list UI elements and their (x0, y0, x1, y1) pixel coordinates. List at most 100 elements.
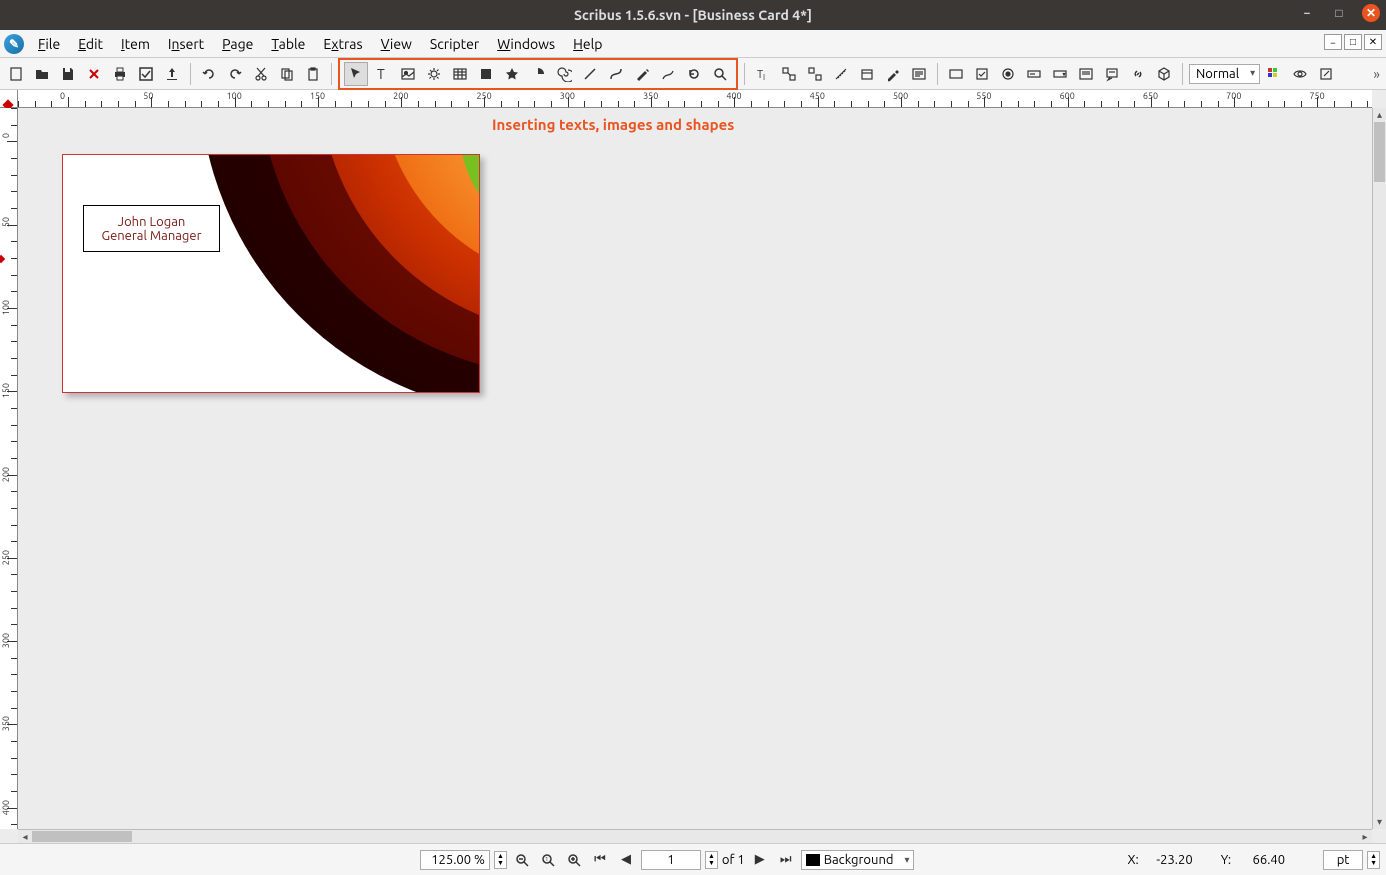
pdf-link-annotation-icon[interactable] (1126, 62, 1150, 86)
vertical-ruler[interactable]: 050100150200250300350400450 (0, 108, 18, 829)
page-input[interactable] (641, 850, 701, 870)
pdf-text-annotation-icon[interactable] (1100, 62, 1124, 86)
menu-insert[interactable]: Insert (160, 33, 212, 55)
scroll-down-icon[interactable]: ▾ (1373, 815, 1386, 829)
undo-icon[interactable] (197, 62, 221, 86)
print-icon[interactable] (108, 62, 132, 86)
scroll-up-icon[interactable]: ▴ (1373, 108, 1386, 122)
menu-page[interactable]: Page (214, 33, 261, 55)
mdi-maximize-button[interactable]: □ (1344, 34, 1362, 50)
menu-help[interactable]: Help (565, 33, 610, 55)
save-document-icon[interactable] (56, 62, 80, 86)
zoom-in-icon[interactable] (563, 849, 585, 871)
redo-icon[interactable] (223, 62, 247, 86)
menu-edit[interactable]: Edit (70, 33, 111, 55)
select-tool-icon[interactable] (344, 62, 368, 86)
preview-mode-icon[interactable] (1288, 62, 1312, 86)
preview-quality-select[interactable]: Normal (1189, 64, 1260, 84)
scroll-right-icon[interactable]: ▸ (1358, 830, 1372, 843)
zoom-out-icon[interactable] (511, 849, 533, 871)
zoom-spinner[interactable]: ▲▼ (494, 851, 507, 869)
menu-item[interactable]: Item (113, 33, 158, 55)
shape-icon[interactable] (474, 62, 498, 86)
image-frame-icon[interactable] (396, 62, 420, 86)
pdf-textfield-icon[interactable] (1022, 62, 1046, 86)
paste-icon[interactable] (301, 62, 325, 86)
eyedropper-icon[interactable] (881, 62, 905, 86)
unit-spinner[interactable]: ▲▼ (1367, 851, 1380, 869)
edit-text-icon[interactable]: TI (751, 62, 775, 86)
mdi-close-button[interactable]: ✕ (1364, 34, 1382, 50)
close-document-icon[interactable] (82, 62, 106, 86)
export-pdf-icon[interactable] (160, 62, 184, 86)
line-icon[interactable] (578, 62, 602, 86)
svg-text:I: I (763, 73, 765, 82)
calligraphic-icon[interactable] (656, 62, 680, 86)
text-frame[interactable]: John Logan General Manager (83, 205, 220, 252)
zoom-tool-icon[interactable] (708, 62, 732, 86)
toolbar-overflow-icon[interactable]: » (1373, 66, 1380, 82)
menu-extras[interactable]: Extras (315, 33, 370, 55)
polygon-icon[interactable] (500, 62, 524, 86)
menu-file[interactable]: File (30, 33, 68, 55)
freehand-icon[interactable] (630, 62, 654, 86)
first-page-icon[interactable]: ⏮ (589, 849, 611, 871)
document-page[interactable]: John Logan General Manager (62, 154, 480, 393)
edit-in-preview-icon[interactable] (1314, 62, 1338, 86)
vertical-scrollbar[interactable]: ▴ ▾ (1372, 108, 1386, 829)
horizontal-scrollbar[interactable]: ◂ ▸ (18, 829, 1372, 843)
bezier-icon[interactable] (604, 62, 628, 86)
close-button[interactable]: ✕ (1362, 4, 1380, 22)
pdf-radio-icon[interactable] (996, 62, 1020, 86)
zoom-reset-icon[interactable]: 1 (537, 849, 559, 871)
last-page-icon[interactable]: ⏭ (775, 849, 797, 871)
scrollbar-thumb[interactable] (32, 831, 132, 842)
open-document-icon[interactable] (30, 62, 54, 86)
copy-icon[interactable] (275, 62, 299, 86)
mdi-minimize-button[interactable]: − (1324, 34, 1342, 50)
pdf-3d-annotation-icon[interactable] (1152, 62, 1176, 86)
pdf-combobox-icon[interactable] (1048, 62, 1072, 86)
rotate-icon[interactable] (682, 62, 706, 86)
maximize-button[interactable]: □ (1330, 4, 1348, 22)
prev-page-icon[interactable]: ◀ (615, 849, 637, 871)
pdf-listbox-icon[interactable] (1074, 62, 1098, 86)
table-icon[interactable] (448, 62, 472, 86)
horizontal-ruler[interactable]: 0501001502002503003504004505005506006507… (18, 90, 1372, 108)
separator (190, 63, 191, 85)
ruler-origin[interactable] (0, 90, 18, 108)
story-editor-icon[interactable] (907, 62, 931, 86)
menu-windows[interactable]: Windows (489, 33, 563, 55)
new-document-icon[interactable] (4, 62, 28, 86)
pdf-checkbox-icon[interactable] (970, 62, 994, 86)
unit-select[interactable] (1323, 850, 1363, 870)
layer-name: Background (824, 853, 894, 867)
separator (937, 63, 938, 85)
menu-scripter[interactable]: Scripter (422, 33, 487, 55)
zoom-input[interactable] (420, 850, 490, 870)
text-frame-icon[interactable]: T (370, 62, 394, 86)
spiral-icon[interactable] (552, 62, 576, 86)
color-management-icon[interactable] (1262, 62, 1286, 86)
cut-icon[interactable] (249, 62, 273, 86)
scrollbar-thumb[interactable] (1374, 122, 1385, 182)
minimize-button[interactable]: − (1298, 4, 1316, 22)
layer-color-swatch (806, 854, 820, 866)
titlebar: Scribus 1.5.6.svn - [Business Card 4*] −… (0, 0, 1386, 30)
page-spinner[interactable]: ▲▼ (705, 851, 718, 869)
arc-icon[interactable] (526, 62, 550, 86)
render-frame-icon[interactable] (422, 62, 446, 86)
pdf-push-button-icon[interactable] (944, 62, 968, 86)
scribus-logo-icon: ✎ (4, 34, 24, 54)
link-frames-icon[interactable] (777, 62, 801, 86)
preflight-icon[interactable] (134, 62, 158, 86)
next-page-icon[interactable]: ▶ (749, 849, 771, 871)
copy-properties-icon[interactable] (855, 62, 879, 86)
canvas[interactable]: Inserting texts, images and shapes John … (18, 108, 1372, 829)
scroll-left-icon[interactable]: ◂ (18, 830, 32, 843)
unlink-frames-icon[interactable] (803, 62, 827, 86)
layer-select[interactable]: Background (801, 850, 915, 870)
menu-table[interactable]: Table (263, 33, 313, 55)
menu-view[interactable]: View (373, 33, 420, 55)
measurements-icon[interactable] (829, 62, 853, 86)
